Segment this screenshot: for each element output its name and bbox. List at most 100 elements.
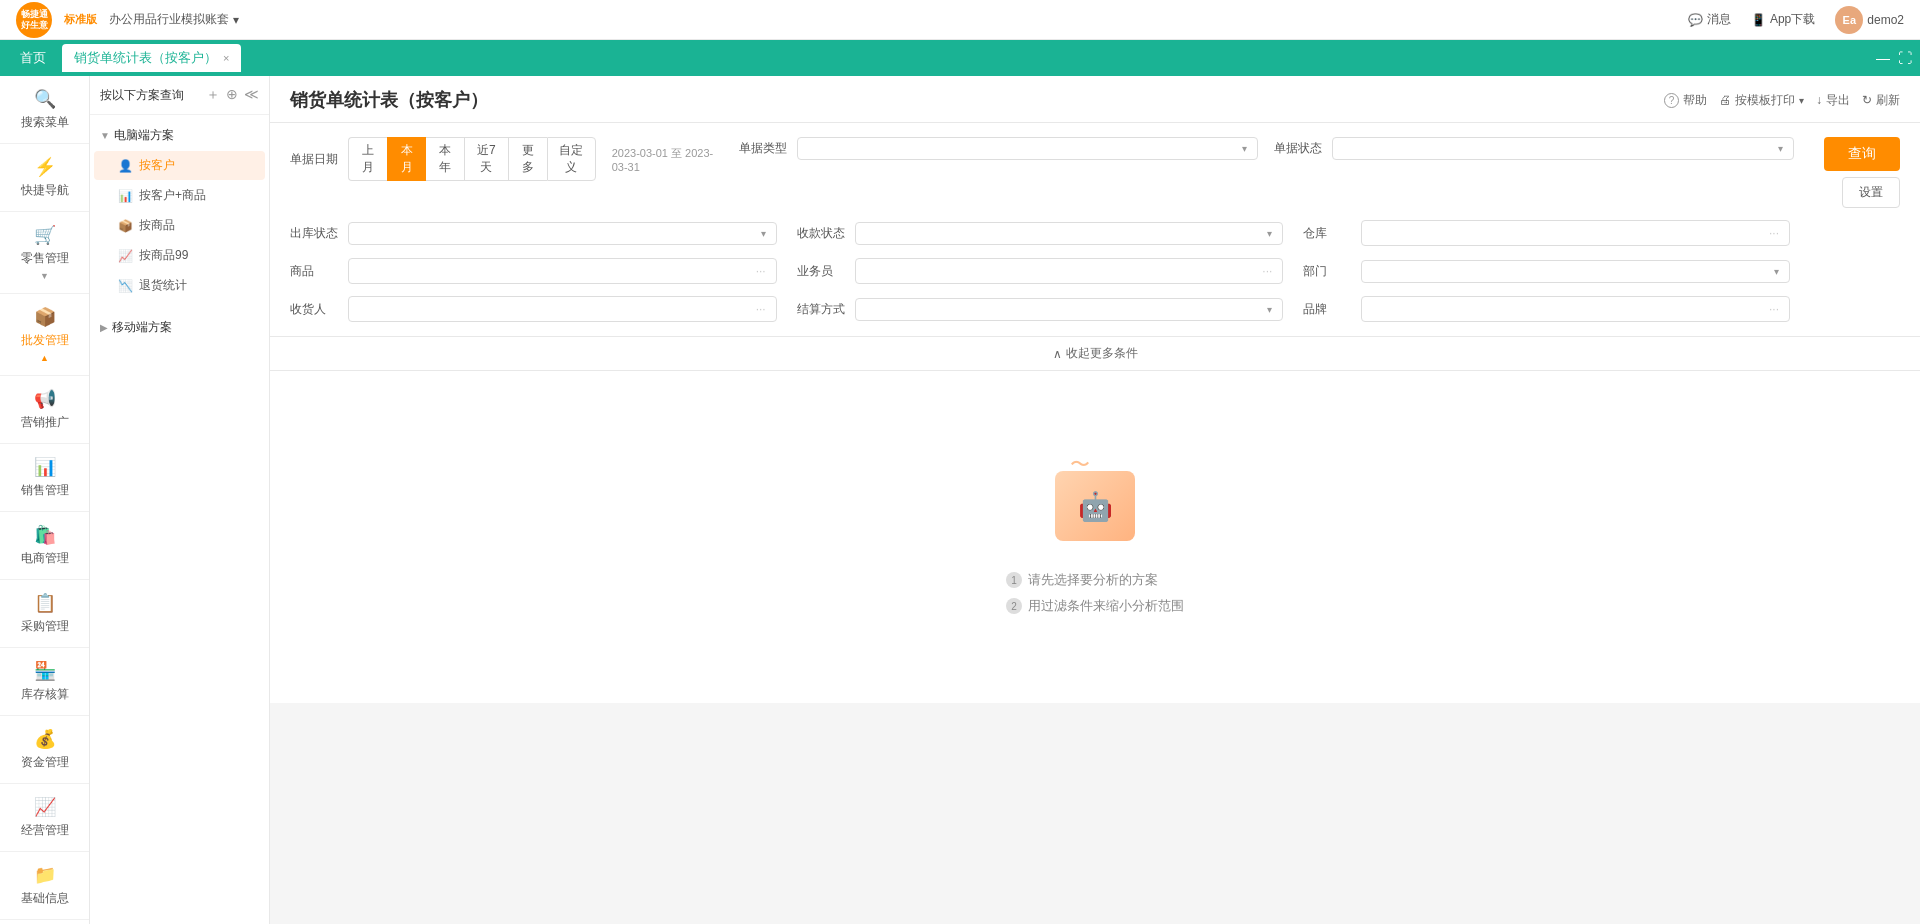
- sidebar-item-quick-nav[interactable]: ⚡ 快捷导航: [0, 144, 89, 212]
- export-button[interactable]: ↓ 导出: [1816, 92, 1850, 109]
- tab-home[interactable]: 首页: [8, 44, 58, 72]
- tab-close-icon[interactable]: ×: [223, 52, 229, 64]
- product-label: 商品: [290, 263, 340, 280]
- date-btn-last7days[interactable]: 近7天: [464, 137, 508, 181]
- salesperson-label: 业务员: [797, 263, 847, 280]
- message-label: 消息: [1707, 11, 1731, 28]
- sidebar-item-retail-label: 零售管理: [21, 250, 69, 267]
- payment-select[interactable]: ▾: [855, 222, 1284, 245]
- product99-icon: 📈: [118, 249, 133, 263]
- department-select[interactable]: ▾: [1361, 260, 1790, 283]
- tree-item-return-stats[interactable]: 📉 退货统计: [94, 271, 265, 300]
- app-download-action[interactable]: 📱 App下载: [1751, 11, 1815, 28]
- left-panel-actions: ＋ ⊕ ≪: [206, 86, 259, 104]
- industry-label: 办公用品行业模拟账套: [109, 11, 229, 28]
- help-button[interactable]: ? 帮助: [1664, 92, 1707, 109]
- topbar-left: 畅捷通 好生意 标准版 办公用品行业模拟账套 ▾: [16, 2, 239, 38]
- inventory-icon: 🏪: [34, 660, 56, 682]
- doc-status-select[interactable]: ▾: [1332, 137, 1794, 160]
- sidebar-item-marketing-label: 营销推广: [21, 414, 69, 431]
- customer-product-label: 按客户+商品: [139, 187, 206, 204]
- filter-item-salesperson: 业务员 ···: [797, 258, 1284, 284]
- main-content: 销货单统计表（按客户） ? 帮助 🖨 按模板打印 ▾ ↓ 导出 ↻ 刷新: [270, 76, 1920, 924]
- user-profile[interactable]: Ea demo2: [1835, 6, 1904, 34]
- product-select[interactable]: ···: [348, 258, 777, 284]
- date-range-text: 2023-03-01 至 2023-03-31: [612, 146, 723, 173]
- tab-sales-statistics[interactable]: 销货单统计表（按客户） ×: [62, 44, 241, 72]
- purchase-icon: 📋: [34, 592, 56, 614]
- username-label: demo2: [1867, 13, 1904, 27]
- collapse-bar[interactable]: ∧ 收起更多条件: [270, 337, 1920, 371]
- sidebar-item-operations[interactable]: 📈 经营管理: [0, 784, 89, 852]
- sidebar-item-basic-info[interactable]: 📁 基础信息: [0, 852, 89, 920]
- filter-area: 单据日期 上月 本月 本年 近7天 更多 自定义 2023-03-01 至 20…: [270, 123, 1920, 337]
- sidebar-item-ecommerce[interactable]: 🛍️ 电商管理: [0, 512, 89, 580]
- sidebar-item-sales[interactable]: 📊 销售管理: [0, 444, 89, 512]
- filter-item-brand: 品牌 ···: [1303, 296, 1790, 322]
- receiver-select[interactable]: ···: [348, 296, 777, 322]
- window-maximize-icon[interactable]: ⛶: [1898, 50, 1912, 66]
- topbar-right: 💬 消息 📱 App下载 Ea demo2: [1688, 6, 1904, 34]
- query-button[interactable]: 查询: [1824, 137, 1900, 171]
- salesperson-select[interactable]: ···: [855, 258, 1284, 284]
- tree-group-desktop[interactable]: ▼ 电脑端方案: [90, 121, 269, 150]
- empty-illustration: 〜 🤖: [1035, 451, 1155, 551]
- sidebar-item-marketing[interactable]: 📢 营销推广: [0, 376, 89, 444]
- export-label: 导出: [1826, 92, 1850, 109]
- app-label: App下载: [1770, 11, 1815, 28]
- industry-selector[interactable]: 办公用品行业模拟账套 ▾: [109, 11, 239, 28]
- date-btn-this-year[interactable]: 本年: [426, 137, 464, 181]
- brand-select[interactable]: ···: [1361, 296, 1790, 322]
- setting-button[interactable]: 设置: [1842, 177, 1900, 208]
- sidebar-item-inventory[interactable]: 🏪 库存核算: [0, 648, 89, 716]
- operations-icon: 📈: [34, 796, 56, 818]
- sidebar-item-retail[interactable]: 🛒 零售管理 ▼: [0, 212, 89, 294]
- date-btn-last-month[interactable]: 上月: [348, 137, 387, 181]
- sidebar-item-quick-nav-label: 快捷导航: [21, 182, 69, 199]
- tree-item-product99[interactable]: 📈 按商品99: [94, 241, 265, 270]
- page-actions: ? 帮助 🖨 按模板打印 ▾ ↓ 导出 ↻ 刷新: [1664, 92, 1900, 109]
- refresh-button[interactable]: ↻ 刷新: [1862, 92, 1900, 109]
- sidebar-item-purchase[interactable]: 📋 采购管理: [0, 580, 89, 648]
- return-stats-icon: 📉: [118, 279, 133, 293]
- robot-icon: 🤖: [1078, 490, 1113, 523]
- warehouse-select[interactable]: ···: [1361, 220, 1790, 246]
- tree-item-by-customer[interactable]: 👤 按客户: [94, 151, 265, 180]
- sidebar-item-finance[interactable]: 💰 资金管理: [0, 716, 89, 784]
- window-minimize-icon[interactable]: —: [1876, 50, 1890, 66]
- add-scheme-icon[interactable]: ＋: [206, 86, 220, 104]
- sidebar-item-system[interactable]: ⚙️ 系统管理: [0, 920, 89, 924]
- payment-label: 收款状态: [797, 225, 847, 242]
- date-btn-more[interactable]: 更多: [508, 137, 547, 181]
- wholesale-arrow-icon: ▲: [40, 353, 49, 363]
- tip-num-2: 2: [1006, 598, 1022, 614]
- wholesale-icon: 📦: [34, 306, 56, 328]
- left-panel: 按以下方案查询 ＋ ⊕ ≪ ▼ 电脑端方案 👤 按客户 📊 按客户+商品 📦: [90, 76, 270, 924]
- sidebar-item-wholesale[interactable]: 📦 批发管理 ▲: [0, 294, 89, 376]
- date-btn-this-month[interactable]: 本月: [387, 137, 426, 181]
- tree-group-mobile[interactable]: ▶ 移动端方案: [90, 313, 269, 342]
- sidebar-item-operations-label: 经营管理: [21, 822, 69, 839]
- retail-icon: 🛒: [34, 224, 56, 246]
- outbound-label: 出库状态: [290, 225, 340, 242]
- date-btn-custom[interactable]: 自定义: [547, 137, 596, 181]
- payment-method-select[interactable]: ▾: [855, 298, 1284, 321]
- message-action[interactable]: 💬 消息: [1688, 11, 1731, 28]
- logo: 畅捷通 好生意: [16, 2, 52, 38]
- by-customer-label: 按客户: [139, 157, 175, 174]
- tree-item-by-product[interactable]: 📦 按商品: [94, 211, 265, 240]
- tree-item-customer-product[interactable]: 📊 按客户+商品: [94, 181, 265, 210]
- doc-type-select[interactable]: ▾: [797, 137, 1259, 160]
- sidebar-item-search[interactable]: 🔍 搜索菜单: [0, 76, 89, 144]
- outbound-select[interactable]: ▾: [348, 222, 777, 245]
- print-button[interactable]: 🖨 按模板打印 ▾: [1719, 92, 1804, 109]
- search-icon: 🔍: [34, 88, 56, 110]
- tip-num-1: 1: [1006, 572, 1022, 588]
- action-group: 查询 设置: [1810, 137, 1900, 208]
- payment-method-label: 结算方式: [797, 301, 847, 318]
- collapse-panel-icon[interactable]: ≪: [244, 86, 259, 104]
- edit-scheme-icon[interactable]: ⊕: [226, 86, 238, 104]
- collapse-arrow-icon: ∧: [1053, 347, 1062, 361]
- collapse-label: 收起更多条件: [1066, 345, 1138, 362]
- main-layout: 🔍 搜索菜单 ⚡ 快捷导航 🛒 零售管理 ▼ 📦 批发管理 ▲ 📢 营销推广 📊…: [0, 76, 1920, 924]
